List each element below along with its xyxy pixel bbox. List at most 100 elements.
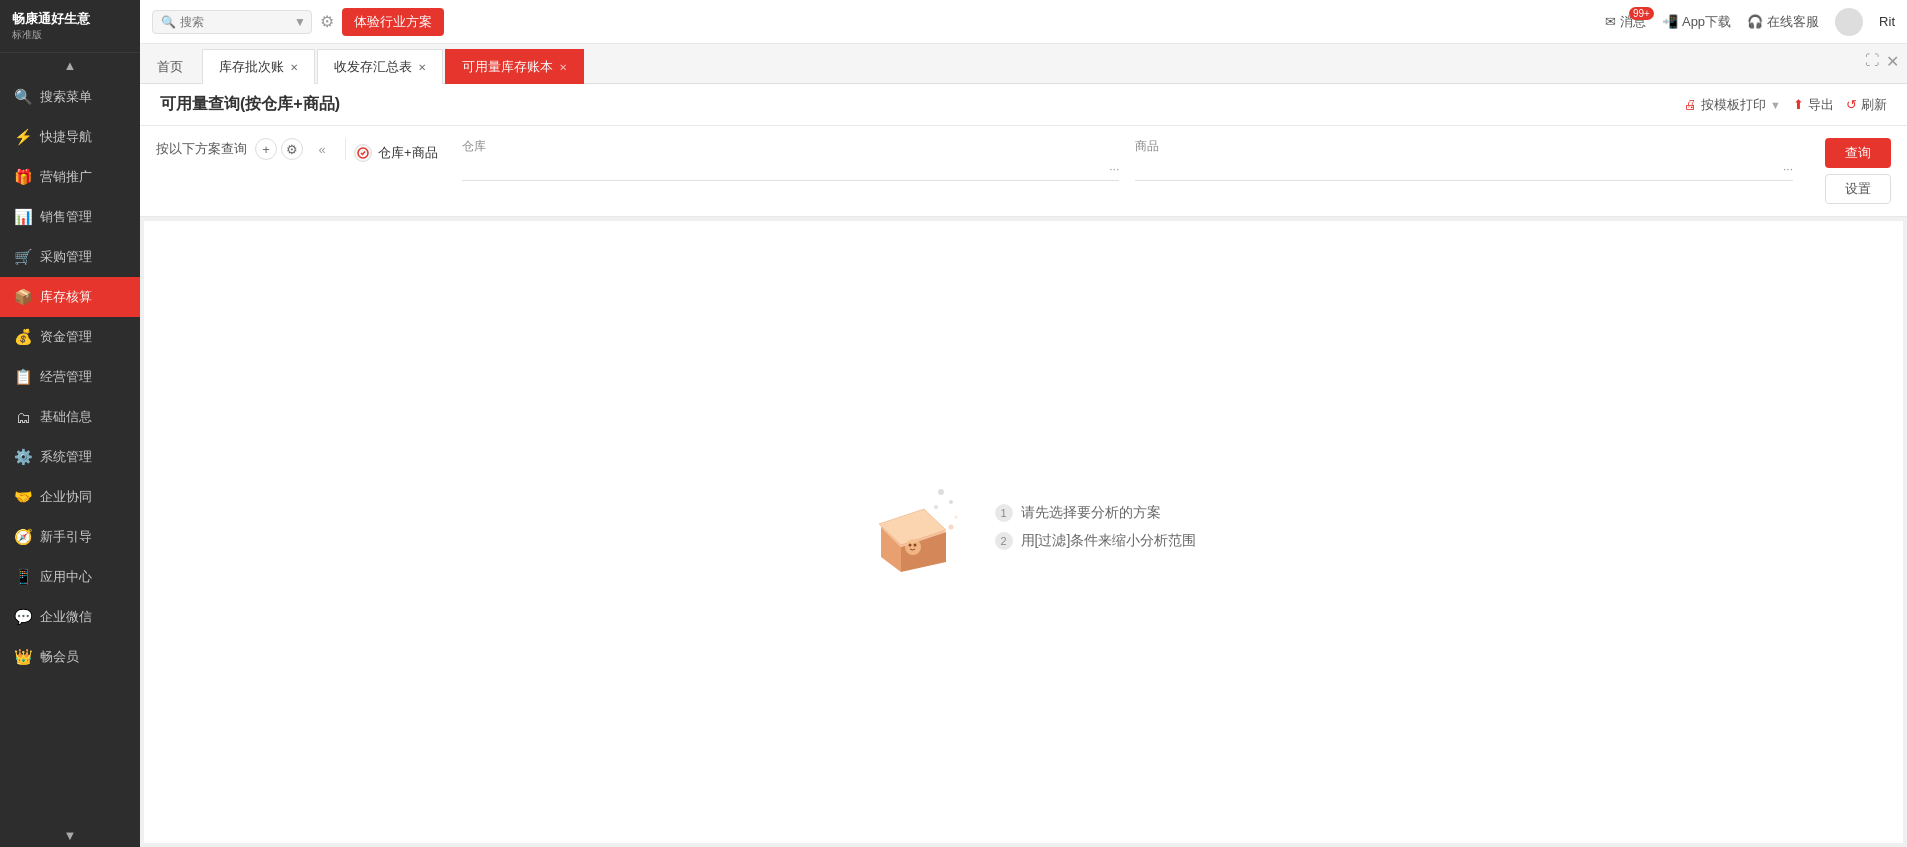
settings-button[interactable]: 设置 [1825,174,1891,204]
sidebar-item-label: 系统管理 [40,448,92,466]
refresh-btn[interactable]: ↺ 刷新 [1846,96,1887,114]
tab-close-all-icon[interactable]: ✕ [1886,52,1899,71]
sidebar-scroll-up[interactable]: ▲ [0,53,140,77]
sidebar-item-system[interactable]: ⚙️ 系统管理 [0,437,140,477]
print-icon: 🖨 [1684,97,1697,112]
scheme-item-label: 仓库+商品 [378,144,438,162]
tip-item-2: 2 用[过滤]条件来缩小分析范围 [995,532,1197,550]
scheme-icon-group: + ⚙ [255,138,303,160]
svg-point-1 [938,489,944,495]
sidebar-item-label: 新手引导 [40,528,92,546]
tab-available-label: 可用量库存账本 [462,58,553,76]
sidebar: 畅康通好生意 标准版 ▲ 🔍 搜索菜单 ⚡ 快捷导航 🎁 营销推广 📊 销售管理… [0,0,140,847]
sidebar-item-operation[interactable]: 📋 经营管理 [0,357,140,397]
tab-summary[interactable]: 收发存汇总表 ✕ [317,49,443,84]
goods-more-btn[interactable]: ··· [1783,162,1793,176]
svg-point-10 [913,544,916,547]
svg-point-12 [954,516,957,519]
tab-available[interactable]: 可用量库存账本 ✕ [445,49,584,84]
message-badge: 99+ [1629,7,1654,20]
warehouse-input[interactable] [462,161,1106,176]
tip-item-1: 1 请先选择要分析的方案 [995,504,1197,522]
sidebar-item-search[interactable]: 🔍 搜索菜单 [0,77,140,117]
warehouse-label: 仓库 [462,138,1120,155]
tab-summary-close[interactable]: ✕ [418,62,426,73]
filter-warehouse: 仓库 ··· [462,138,1120,181]
export-btn[interactable]: ⬆ 导出 [1793,96,1834,114]
username[interactable]: Rit [1879,14,1895,29]
page-header: 可用量查询(按仓库+商品) 🖨 按模板打印 ▼ ⬆ 导出 ↺ 刷新 [140,84,1907,126]
shortcut-icon: ⚡ [14,128,32,146]
tab-expand-icon[interactable]: ⛶ [1865,52,1879,68]
sidebar-item-label: 企业微信 [40,608,92,626]
sidebar-item-enterprise[interactable]: 🤝 企业协同 [0,477,140,517]
empty-state: 1 请先选择要分析的方案 2 用[过滤]条件来缩小分析范围 [144,221,1903,843]
scheme-label: 按以下方案查询 [156,140,247,158]
tab-home[interactable]: 首页 [140,49,200,84]
gift-icon: 🎁 [14,168,32,186]
industry-btn[interactable]: 体验行业方案 [342,8,444,36]
topbar: 🔍 ▼ ⚙ 体验行业方案 ✉ 消息 99+ 📲 App下载 🎧 在线客服 Rit [140,0,1907,44]
tab-summary-label: 收发存汇总表 [334,58,412,76]
sidebar-item-inventory[interactable]: 📦 库存核算 [0,277,140,317]
print-btn[interactable]: 🖨 按模板打印 ▼ [1684,96,1781,114]
tab-batch-label: 库存批次账 [219,58,284,76]
tab-available-close[interactable]: ✕ [559,62,567,73]
sidebar-item-label: 销售管理 [40,208,92,226]
query-button[interactable]: 查询 [1825,138,1891,168]
sidebar-item-label: 企业协同 [40,488,92,506]
svg-point-2 [949,500,953,504]
online-service-btn[interactable]: 🎧 在线客服 [1747,13,1819,31]
manage-scheme-btn[interactable]: ⚙ [281,138,303,160]
main-area: 🔍 ▼ ⚙ 体验行业方案 ✉ 消息 99+ 📲 App下载 🎧 在线客服 Rit [140,0,1907,847]
collapse-filter-btn[interactable]: « [311,138,333,160]
money-icon: 💰 [14,328,32,346]
sidebar-item-label: 营销推广 [40,168,92,186]
sidebar-logo: 畅康通好生意 标准版 [0,0,140,53]
chevron-down-icon[interactable]: ▼ [294,15,306,29]
sidebar-item-wechat[interactable]: 💬 企业微信 [0,597,140,637]
filter-actions: 查询 设置 [1809,138,1891,204]
box-illustration [851,472,971,592]
refresh-label: 刷新 [1861,96,1887,114]
message-btn[interactable]: ✉ 消息 99+ [1605,13,1646,31]
content-area: 可用量查询(按仓库+商品) 🖨 按模板打印 ▼ ⬆ 导出 ↺ 刷新 [140,84,1907,847]
svg-point-11 [948,525,953,530]
search-input[interactable] [180,15,290,29]
settings-icon[interactable]: ⚙ [320,12,334,31]
svg-point-8 [905,539,921,555]
sidebar-item-sales[interactable]: 📊 销售管理 [0,197,140,237]
sidebar-scroll-down[interactable]: ▼ [0,823,140,847]
message-icon: ✉ [1605,14,1616,29]
avatar [1835,8,1863,36]
add-scheme-btn[interactable]: + [255,138,277,160]
goods-input[interactable] [1135,161,1779,176]
sidebar-item-label: 搜索菜单 [40,88,92,106]
warehouse-more-btn[interactable]: ··· [1109,162,1119,176]
gear-icon: ⚙️ [14,448,32,466]
sidebar-item-finance[interactable]: 💰 资金管理 [0,317,140,357]
sidebar-item-label: 应用中心 [40,568,92,586]
topbar-search-box[interactable]: 🔍 ▼ [152,10,312,34]
sidebar-item-member[interactable]: 👑 畅会员 [0,637,140,677]
chart-icon: 📊 [14,208,32,226]
tab-batch-close[interactable]: ✕ [290,62,298,73]
sidebar-item-purchase[interactable]: 🛒 采购管理 [0,237,140,277]
phone-download-icon: 📲 [1662,14,1678,29]
sidebar-item-appstore[interactable]: 📱 应用中心 [0,557,140,597]
sidebar-item-basic[interactable]: 🗂 基础信息 [0,397,140,437]
sidebar-item-shortcut[interactable]: ⚡ 快捷导航 [0,117,140,157]
sidebar-item-marketing[interactable]: 🎁 营销推广 [0,157,140,197]
scheme-warehouse-goods[interactable]: 仓库+商品 [346,138,446,168]
service-label: 在线客服 [1767,13,1819,31]
logo-title: 畅康通好生意 [12,10,128,28]
page-actions: 🖨 按模板打印 ▼ ⬆ 导出 ↺ 刷新 [1684,96,1887,114]
svg-point-3 [934,505,938,509]
tip-text-2: 用[过滤]条件来缩小分析范围 [1021,532,1197,550]
sidebar-item-guide[interactable]: 🧭 新手引导 [0,517,140,557]
app-download-btn[interactable]: 📲 App下载 [1662,13,1731,31]
tab-batch[interactable]: 库存批次账 ✕ [202,49,315,84]
headset-icon: 🎧 [1747,14,1763,29]
topbar-right: ✉ 消息 99+ 📲 App下载 🎧 在线客服 Rit [1605,8,1895,36]
goods-label: 商品 [1135,138,1793,155]
